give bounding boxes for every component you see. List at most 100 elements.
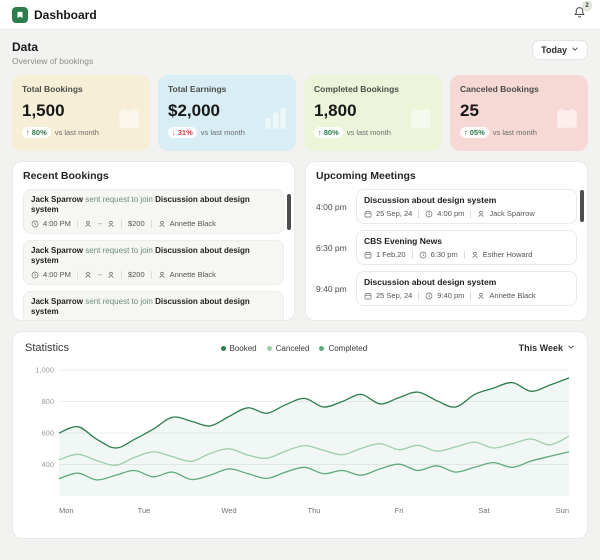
arrow-right-icon: → — [95, 271, 103, 278]
booking-text: Jack Sparrow sent request to join Discus… — [31, 297, 250, 316]
statistics-chart: 400 600 800 1,000 Mon Tue Wed Thu Fri Sat Sun — [35, 366, 570, 515]
person-icon — [471, 251, 479, 259]
stat-cards: Total Bookings 1,500 ↑ 80% vs last month … — [12, 75, 588, 151]
meeting-slot-time: 6:30 pm — [316, 242, 347, 253]
notification-count-badge: 2 — [582, 0, 592, 11]
upcoming-meetings-panel: Upcoming Meetings 4:00 pm Discussion abo… — [305, 161, 588, 321]
legend-dot — [220, 345, 226, 351]
calendar-x-watermark-icon — [554, 105, 580, 136]
clock-icon — [31, 271, 39, 279]
clock-icon — [425, 210, 433, 218]
booking-list-item[interactable]: Jack Sparrow sent request to join Discus… — [23, 240, 284, 285]
delta-badge: ↑ 05% — [460, 127, 489, 138]
chart-legend: Booked Canceled Completed — [220, 344, 367, 353]
delta-badge: ↓ 31% — [168, 127, 197, 138]
person-icon — [107, 271, 115, 279]
app-logo-icon — [12, 6, 28, 23]
meeting-title: CBS Evening News — [364, 236, 442, 246]
svg-text:Tue: Tue — [138, 506, 151, 515]
delta-badge: ↑ 80% — [22, 127, 51, 138]
data-header: Data Overview of bookings Today — [12, 40, 588, 66]
top-bar: Dashboard 2 — [0, 0, 600, 30]
bar-chart-watermark-icon — [262, 105, 288, 136]
person-icon — [477, 292, 485, 300]
person-icon — [84, 220, 92, 228]
calendar-watermark-icon — [116, 105, 142, 136]
meeting-meta: 25 Sep, 24 9:40 pm Annette Black — [364, 291, 569, 300]
chevron-down-icon — [571, 45, 579, 55]
meeting-row: 6:30 pm CBS Evening News 1 Feb,20 6:30 p… — [316, 230, 577, 265]
delta-note: vs last month — [492, 128, 537, 137]
section-title: Data — [12, 40, 39, 54]
meeting-title: Discussion about design system — [364, 277, 497, 287]
svg-text:800: 800 — [41, 397, 54, 406]
period-label: This Week — [518, 343, 563, 353]
booking-meta: 4:00 PM → $200 Annette Black — [31, 219, 276, 228]
stat-label: Total Earnings — [168, 84, 227, 94]
panel-title: Statistics — [25, 342, 70, 354]
meeting-card[interactable]: CBS Evening News 1 Feb,20 6:30 pm Esther… — [356, 230, 577, 265]
booking-person: Annette Black — [169, 270, 216, 279]
svg-text:Mon: Mon — [59, 506, 74, 515]
booking-amount: $200 — [127, 219, 145, 228]
stat-label: Completed Bookings — [314, 84, 400, 94]
stat-card-total-bookings: Total Bookings 1,500 ↑ 80% vs last month — [12, 75, 150, 151]
svg-text:Thu: Thu — [308, 506, 321, 515]
meeting-card[interactable]: Discussion about design system 25 Sep, 2… — [356, 189, 577, 224]
upcoming-meetings-scrollbar[interactable] — [580, 190, 584, 222]
stat-card-total-earnings: Total Earnings $2,000 ↓ 31% vs last month — [158, 75, 296, 151]
recent-bookings-scrollbar[interactable] — [287, 194, 291, 230]
legend-item-canceled[interactable]: Canceled — [266, 344, 309, 353]
arrow-down-icon: ↓ — [172, 128, 176, 137]
meeting-card[interactable]: Discussion about design system 25 Sep, 2… — [356, 271, 577, 306]
clock-icon — [425, 292, 433, 300]
booking-amount: $200 — [127, 270, 145, 279]
person-icon — [477, 210, 485, 218]
period-dropdown-label: Today — [541, 45, 567, 55]
clock-icon — [31, 220, 39, 228]
svg-text:Wed: Wed — [221, 506, 236, 515]
stat-card-completed-bookings: Completed Bookings 1,800 ↑ 80% vs last mo… — [304, 75, 442, 151]
stat-label: Total Bookings — [22, 84, 83, 94]
delta-badge: ↑ 80% — [314, 127, 343, 138]
svg-text:Sun: Sun — [556, 506, 569, 515]
stat-card-canceled-bookings: Canceled Bookings 25 ↑ 05% vs last month — [450, 75, 588, 151]
statistics-panel: Statistics Booked Canceled Completed Thi… — [12, 331, 588, 539]
calendar-icon — [364, 292, 372, 300]
legend-dot — [319, 345, 325, 351]
meeting-meta: 25 Sep, 24 4:00 pm Jack Sparrow — [364, 209, 569, 218]
period-dropdown-today[interactable]: Today — [532, 40, 588, 60]
delta-note: vs last month — [54, 128, 99, 137]
notifications-button[interactable]: 2 — [571, 0, 592, 26]
person-icon — [158, 271, 166, 279]
meeting-slot-time: 4:00 pm — [316, 201, 347, 212]
panel-title: Recent Bookings — [23, 170, 109, 182]
calendar-check-watermark-icon — [408, 105, 434, 136]
booking-list-item[interactable]: Jack Sparrow sent request to join Discus… — [23, 291, 284, 320]
legend-dot — [266, 345, 272, 351]
calendar-icon — [364, 210, 372, 218]
panel-title: Upcoming Meetings — [316, 170, 416, 182]
svg-text:600: 600 — [41, 429, 54, 438]
svg-text:Fri: Fri — [395, 506, 404, 515]
brand: Dashboard — [12, 6, 97, 23]
arrow-right-icon: → — [95, 220, 103, 227]
booking-person: Annette Black — [169, 219, 216, 228]
person-icon — [107, 220, 115, 228]
chevron-down-icon — [567, 343, 575, 353]
period-dropdown-this-week[interactable]: This Week — [519, 343, 575, 353]
delta-note: vs last month — [346, 128, 391, 137]
delta-note: vs last month — [200, 128, 245, 137]
meeting-meta: 1 Feb,20 6:30 pm Esther Howard — [364, 250, 569, 259]
arrow-up-icon: ↑ — [318, 128, 322, 137]
booking-list-item[interactable]: Jack Sparrow sent request to join Discus… — [23, 189, 284, 234]
section-subtitle: Overview of bookings — [12, 56, 94, 66]
clock-icon — [419, 251, 427, 259]
legend-item-completed[interactable]: Completed — [319, 344, 367, 353]
svg-text:1,000: 1,000 — [35, 366, 54, 375]
svg-text:Sat: Sat — [478, 506, 490, 515]
page-title: Dashboard — [34, 7, 97, 22]
legend-item-booked[interactable]: Booked — [220, 344, 257, 353]
booking-meta: 4:00 PM → $200 Annette Black — [31, 270, 276, 279]
recent-bookings-panel: Recent Bookings Jack Sparrow sent reques… — [12, 161, 295, 321]
